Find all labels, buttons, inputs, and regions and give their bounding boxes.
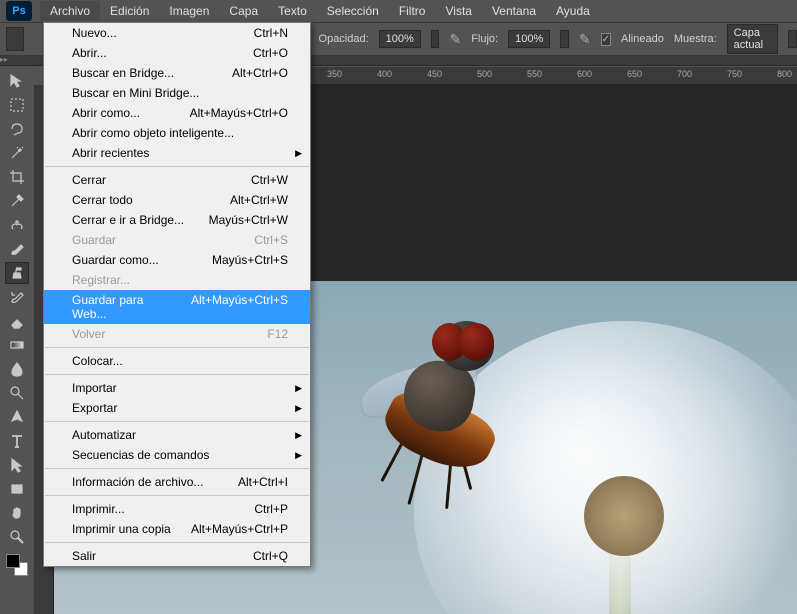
sample-select[interactable]: Capa actual: [727, 24, 779, 54]
opacity-input[interactable]: 100%: [379, 30, 421, 48]
menu-item-imprimir-una-copia[interactable]: Imprimir una copiaAlt+Mayús+Ctrl+P: [44, 519, 310, 539]
type-tool[interactable]: [5, 430, 29, 452]
menu-item-importar[interactable]: Importar▶: [44, 378, 310, 398]
airbrush-icon[interactable]: ✎: [579, 31, 591, 48]
submenu-arrow-icon: ▶: [295, 383, 302, 394]
pressure-opacity-icon[interactable]: ✎: [449, 31, 461, 48]
menu-item-guardar: GuardarCtrl+S: [44, 230, 310, 250]
menu-item-buscar-en-mini-bridge[interactable]: Buscar en Mini Bridge...: [44, 83, 310, 103]
menu-capa[interactable]: Capa: [219, 1, 268, 21]
ruler-tick: 350: [327, 69, 342, 79]
menu-edición[interactable]: Edición: [100, 1, 159, 21]
menu-filtro[interactable]: Filtro: [389, 1, 436, 21]
menu-item-nuevo[interactable]: Nuevo...Ctrl+N: [44, 23, 310, 43]
dodge-tool[interactable]: [5, 382, 29, 404]
menu-item-secuencias-de-comandos[interactable]: Secuencias de comandos▶: [44, 445, 310, 465]
submenu-arrow-icon: ▶: [295, 403, 302, 414]
sample-label: Muestra:: [674, 33, 717, 45]
flow-label: Flujo:: [471, 33, 498, 45]
aligned-checkbox[interactable]: ✓: [601, 33, 611, 46]
submenu-arrow-icon: ▶: [295, 148, 302, 159]
crop-tool[interactable]: [5, 166, 29, 188]
menu-ayuda[interactable]: Ayuda: [546, 1, 600, 21]
magic-wand-tool[interactable]: [5, 142, 29, 164]
menu-item-cerrar-todo[interactable]: Cerrar todoAlt+Ctrl+W: [44, 190, 310, 210]
menu-ventana[interactable]: Ventana: [482, 1, 546, 21]
file-menu-dropdown: Nuevo...Ctrl+NAbrir...Ctrl+OBuscar en Br…: [43, 22, 311, 567]
menu-item-salir[interactable]: SalirCtrl+Q: [44, 546, 310, 566]
rectangle-tool[interactable]: [5, 478, 29, 500]
menu-selección[interactable]: Selección: [317, 1, 389, 21]
ruler-tick: 450: [427, 69, 442, 79]
flow-input[interactable]: 100%: [508, 30, 550, 48]
sample-dropdown[interactable]: [788, 30, 797, 48]
menu-item-automatizar[interactable]: Automatizar▶: [44, 425, 310, 445]
menu-item-cerrar[interactable]: CerrarCtrl+W: [44, 170, 310, 190]
marquee-tool[interactable]: [5, 94, 29, 116]
aligned-label: Alineado: [621, 33, 664, 45]
app-logo: Ps: [6, 1, 32, 21]
menu-item-guardar-como[interactable]: Guardar como...Mayús+Ctrl+S: [44, 250, 310, 270]
ruler-tick: 750: [727, 69, 742, 79]
brush-tool[interactable]: [5, 238, 29, 260]
menu-item-abrir-como-objeto-inteligente[interactable]: Abrir como objeto inteligente...: [44, 123, 310, 143]
color-swatches[interactable]: [6, 554, 28, 576]
gradient-tool[interactable]: [5, 334, 29, 356]
menu-vista[interactable]: Vista: [435, 1, 481, 21]
opacity-dropdown[interactable]: [431, 30, 440, 48]
ruler-tick: 800: [777, 69, 792, 79]
ruler-tick: 550: [527, 69, 542, 79]
menu-item-abrir-recientes[interactable]: Abrir recientes▶: [44, 143, 310, 163]
ruler-tick: 400: [377, 69, 392, 79]
menu-item-colocar[interactable]: Colocar...: [44, 351, 310, 371]
eraser-tool[interactable]: [5, 310, 29, 332]
menu-item-informaci-n-de-archivo[interactable]: Información de archivo...Alt+Ctrl+I: [44, 472, 310, 492]
blur-tool[interactable]: [5, 358, 29, 380]
pen-tool[interactable]: [5, 406, 29, 428]
menu-item-buscar-en-bridge[interactable]: Buscar en Bridge...Alt+Ctrl+O: [44, 63, 310, 83]
menu-item-abrir[interactable]: Abrir...Ctrl+O: [44, 43, 310, 63]
menu-item-cerrar-e-ir-a-bridge[interactable]: Cerrar e ir a Bridge...Mayús+Ctrl+W: [44, 210, 310, 230]
tools-panel: [0, 66, 34, 614]
menu-item-imprimir[interactable]: Imprimir...Ctrl+P: [44, 499, 310, 519]
hand-tool[interactable]: [5, 502, 29, 524]
menubar: Ps ArchivoEdiciónImagenCapaTextoSelecció…: [0, 0, 797, 22]
menu-item-exportar[interactable]: Exportar▶: [44, 398, 310, 418]
submenu-arrow-icon: ▶: [295, 430, 302, 441]
menu-imagen[interactable]: Imagen: [159, 1, 219, 21]
ruler-tick: 650: [627, 69, 642, 79]
submenu-arrow-icon: ▶: [295, 450, 302, 461]
menu-item-abrir-como[interactable]: Abrir como...Alt+Mayús+Ctrl+O: [44, 103, 310, 123]
ruler-tick: 500: [477, 69, 492, 79]
flow-dropdown[interactable]: [560, 30, 569, 48]
opacity-label: Opacidad:: [319, 33, 369, 45]
menu-item-volver: VolverF12: [44, 324, 310, 344]
menu-texto[interactable]: Texto: [268, 1, 317, 21]
move-tool[interactable]: [5, 70, 29, 92]
zoom-tool[interactable]: [5, 526, 29, 548]
ruler-tick: 700: [677, 69, 692, 79]
menu-item-registrar: Registrar...: [44, 270, 310, 290]
tool-preset-picker[interactable]: [6, 27, 24, 51]
menu-item-guardar-para-web[interactable]: Guardar para Web...Alt+Mayús+Ctrl+S: [44, 290, 310, 324]
lasso-tool[interactable]: [5, 118, 29, 140]
path-selection-tool[interactable]: [5, 454, 29, 476]
menu-archivo[interactable]: Archivo: [40, 1, 100, 21]
clone-stamp-tool[interactable]: [5, 262, 29, 284]
healing-brush-tool[interactable]: [5, 214, 29, 236]
history-brush-tool[interactable]: [5, 286, 29, 308]
eyedropper-tool[interactable]: [5, 190, 29, 212]
ruler-tick: 600: [577, 69, 592, 79]
